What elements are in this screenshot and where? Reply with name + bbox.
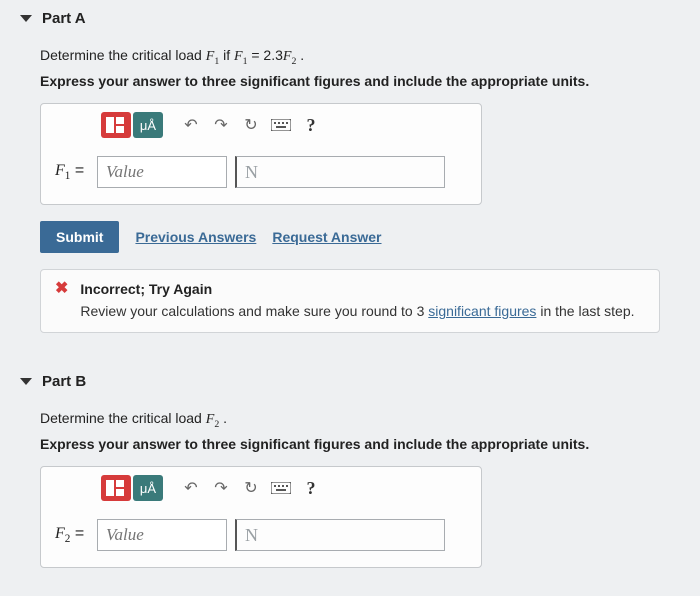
keyboard-icon[interactable] (267, 112, 295, 138)
part-b-instruction: Express your answer to three significant… (40, 436, 666, 452)
var: F (55, 162, 65, 179)
unit-placeholder: N (245, 162, 258, 183)
answer-box-b: μÅ ↶ ↷ ↻ ? F2 = N (40, 466, 482, 568)
part-b-title: Part B (42, 373, 86, 390)
unit-input-a[interactable]: N (235, 156, 445, 188)
caret-down-icon (20, 378, 32, 385)
fb-pre: Review your calculations and make sure y… (80, 303, 428, 319)
unit-input-b[interactable]: N (235, 519, 445, 551)
template-icon[interactable] (101, 112, 131, 138)
unit-mode-button[interactable]: μÅ (133, 475, 163, 501)
eq: = (70, 525, 84, 542)
help-icon[interactable]: ? (297, 112, 325, 138)
input-row-a: F1 = N (41, 146, 481, 204)
var: F (234, 49, 243, 64)
feedback-body: Review your calculations and make sure y… (80, 302, 634, 322)
prompt-text: . (219, 410, 227, 426)
eq: = (70, 162, 84, 179)
input-row-b: F2 = N (41, 509, 481, 567)
part-a-instruction: Express your answer to three significant… (40, 73, 666, 89)
feedback-text: Incorrect; Try Again Review your calcula… (80, 280, 634, 321)
part-a-prompt: Determine the critical load F1 if F1 = 2… (40, 45, 666, 69)
prompt-text: . (296, 47, 304, 63)
prompt-text: = 2.3 (247, 47, 282, 63)
value-input-b[interactable] (97, 519, 227, 551)
part-b-prompt: Determine the critical load F2 . (40, 408, 666, 432)
significant-figures-link[interactable]: significant figures (428, 303, 536, 319)
part-a-title: Part A (42, 10, 86, 27)
request-answer-link[interactable]: Request Answer (272, 229, 381, 245)
input-label-b: F2 = (55, 525, 89, 545)
undo-icon[interactable]: ↶ (177, 112, 205, 138)
template-icon[interactable] (101, 475, 131, 501)
toolbar-b: μÅ ↶ ↷ ↻ ? (41, 467, 481, 509)
redo-icon[interactable]: ↷ (207, 475, 235, 501)
unit-placeholder: N (245, 525, 258, 546)
redo-icon[interactable]: ↷ (207, 112, 235, 138)
part-b-content: Determine the critical load F2 . Express… (0, 396, 700, 580)
input-label-a: F1 = (55, 162, 89, 182)
unit-mode-button[interactable]: μÅ (133, 112, 163, 138)
toolbar-a: μÅ ↶ ↷ ↻ ? (41, 104, 481, 146)
var: F (55, 525, 65, 542)
prompt-text: if (219, 47, 234, 63)
submit-button[interactable]: Submit (40, 221, 119, 253)
reset-icon[interactable]: ↻ (237, 112, 265, 138)
help-icon[interactable]: ? (297, 475, 325, 501)
incorrect-x-icon: ✖ (55, 280, 68, 298)
prompt-text: Determine the critical load (40, 410, 206, 426)
reset-icon[interactable]: ↻ (237, 475, 265, 501)
part-a-content: Determine the critical load F1 if F1 = 2… (0, 33, 700, 345)
keyboard-icon[interactable] (267, 475, 295, 501)
caret-down-icon (20, 15, 32, 22)
feedback-title: Incorrect; Try Again (80, 280, 634, 300)
previous-answers-link[interactable]: Previous Answers (135, 229, 256, 245)
prompt-text: Determine the critical load (40, 47, 206, 63)
feedback-box: ✖ Incorrect; Try Again Review your calcu… (40, 269, 660, 332)
part-a-header[interactable]: Part A (0, 0, 700, 33)
undo-icon[interactable]: ↶ (177, 475, 205, 501)
fb-post: in the last step. (536, 303, 634, 319)
part-b-header[interactable]: Part B (0, 363, 700, 396)
value-input-a[interactable] (97, 156, 227, 188)
answer-box-a: μÅ ↶ ↷ ↻ ? F1 = N (40, 103, 482, 205)
actions-a: Submit Previous Answers Request Answer (40, 221, 666, 253)
